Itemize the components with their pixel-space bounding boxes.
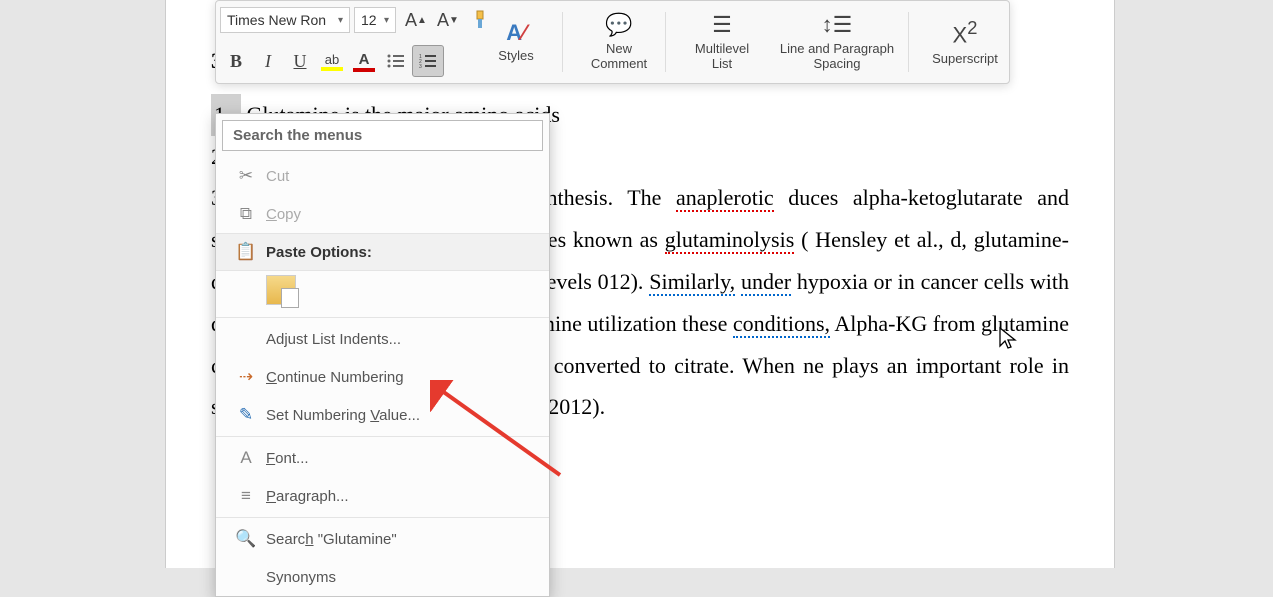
spacing-label: Line and Paragraph Spacing: [780, 41, 894, 72]
adjust-indents-label: Adjust List Indents...: [266, 331, 539, 348]
synonyms-label: Synonyms: [266, 569, 539, 586]
scissors-icon: ✂: [226, 166, 266, 186]
separator: [665, 12, 666, 72]
grammar-error[interactable]: conditions,: [733, 311, 830, 338]
set-numbering-icon: ✎: [226, 405, 266, 425]
font-size-value: 12: [361, 12, 377, 28]
multilevel-list-button[interactable]: ☰ Multilevel List: [682, 2, 762, 82]
multilevel-label: Multilevel List: [695, 41, 749, 72]
font-size-combo[interactable]: 12 ▾: [354, 7, 396, 33]
bullets-icon: [387, 54, 405, 68]
copy-item[interactable]: ⧉ Copy: [216, 195, 549, 233]
italic-button[interactable]: I: [252, 45, 284, 77]
separator: [216, 517, 549, 518]
clipboard-icon: 📋: [226, 242, 266, 262]
paragraph-item[interactable]: ≡ Paragraph...: [216, 477, 549, 515]
grammar-error[interactable]: Similarly,: [649, 269, 735, 296]
mini-toolbar: Times New Ron ▾ 12 ▾ A▲ A▼ B I U ab A: [215, 0, 1010, 84]
underline-button[interactable]: U: [284, 45, 316, 77]
styles-icon: A⁄: [506, 20, 526, 46]
synonyms-item[interactable]: Synonyms: [216, 558, 549, 596]
chevron-down-icon: ▾: [384, 15, 389, 26]
line-spacing-button[interactable]: ↕☰ Line and Paragraph Spacing: [772, 2, 902, 82]
superscript-button[interactable]: X2 Superscript: [925, 2, 1005, 82]
cut-label: Cut: [266, 168, 539, 185]
superscript-label: Superscript: [932, 51, 998, 67]
cut-item[interactable]: ✂ Cut: [216, 157, 549, 195]
numbering-icon: 1 2 3: [419, 54, 437, 68]
copy-label: opy: [277, 206, 301, 223]
svg-text:3: 3: [419, 64, 422, 68]
spacing-icon: ↕☰: [822, 12, 853, 38]
font-name-combo[interactable]: Times New Ron ▾: [220, 7, 350, 33]
separator: [908, 12, 909, 72]
separator: [216, 317, 549, 318]
styles-button[interactable]: A⁄ Styles: [476, 2, 556, 82]
t: ( Hensley et al.,: [794, 227, 943, 252]
decrease-font-button[interactable]: A▼: [432, 4, 464, 36]
multilevel-icon: ☰: [712, 12, 732, 38]
font-name-value: Times New Ron: [227, 12, 326, 28]
new-comment-button[interactable]: 💬 New Comment: [579, 2, 659, 82]
grammar-error[interactable]: under: [741, 269, 791, 296]
bullets-button[interactable]: [380, 45, 412, 77]
context-menu: Search the menus ✂ Cut ⧉ Copy 📋 Paste Op…: [215, 113, 550, 597]
t: hypoxia or in cancer cells with: [791, 269, 1069, 294]
spell-error[interactable]: anaplerotic: [676, 185, 774, 212]
menu-search-input[interactable]: Search the menus: [222, 120, 543, 151]
separator: [216, 436, 549, 437]
new-comment-label: New Comment: [591, 41, 647, 72]
paste-options-row: [216, 271, 549, 315]
paragraph-icon: ≡: [226, 486, 266, 506]
comment-icon: 💬: [605, 12, 632, 38]
superscript-icon: X2: [953, 17, 978, 49]
spell-error[interactable]: glutaminolysis: [665, 227, 795, 254]
t: these: [682, 311, 733, 336]
search-icon: 🔍: [226, 529, 266, 549]
numbering-button[interactable]: 1 2 3: [412, 45, 444, 77]
chevron-down-icon: ▾: [338, 15, 343, 26]
font-color-button[interactable]: A: [348, 45, 380, 77]
font-item[interactable]: A Font...: [216, 439, 549, 477]
set-numbering-value-item[interactable]: ✎ Set Numbering Value...: [216, 396, 549, 434]
increase-font-button[interactable]: A▲: [400, 4, 432, 36]
copy-icon: ⧉: [226, 204, 266, 224]
separator: [562, 12, 563, 72]
continue-numbering-item[interactable]: ⇢ Continue Numbering: [216, 358, 549, 396]
font-icon: A: [226, 448, 266, 468]
t: 012).: [598, 269, 650, 294]
paste-keep-source-button[interactable]: [266, 275, 296, 305]
paste-options-header: 📋 Paste Options:: [216, 233, 549, 271]
continue-numbering-label: ontinue Numbering: [277, 369, 404, 386]
highlight-button[interactable]: ab: [316, 45, 348, 77]
adjust-list-indents-item[interactable]: Adjust List Indents...: [216, 320, 549, 358]
styles-label: Styles: [498, 48, 533, 64]
continue-numbering-icon: ⇢: [226, 367, 266, 387]
paste-options-label: Paste Options:: [266, 244, 539, 261]
search-term-item[interactable]: 🔍 Search "Glutamine": [216, 520, 549, 558]
bold-button[interactable]: B: [220, 45, 252, 77]
